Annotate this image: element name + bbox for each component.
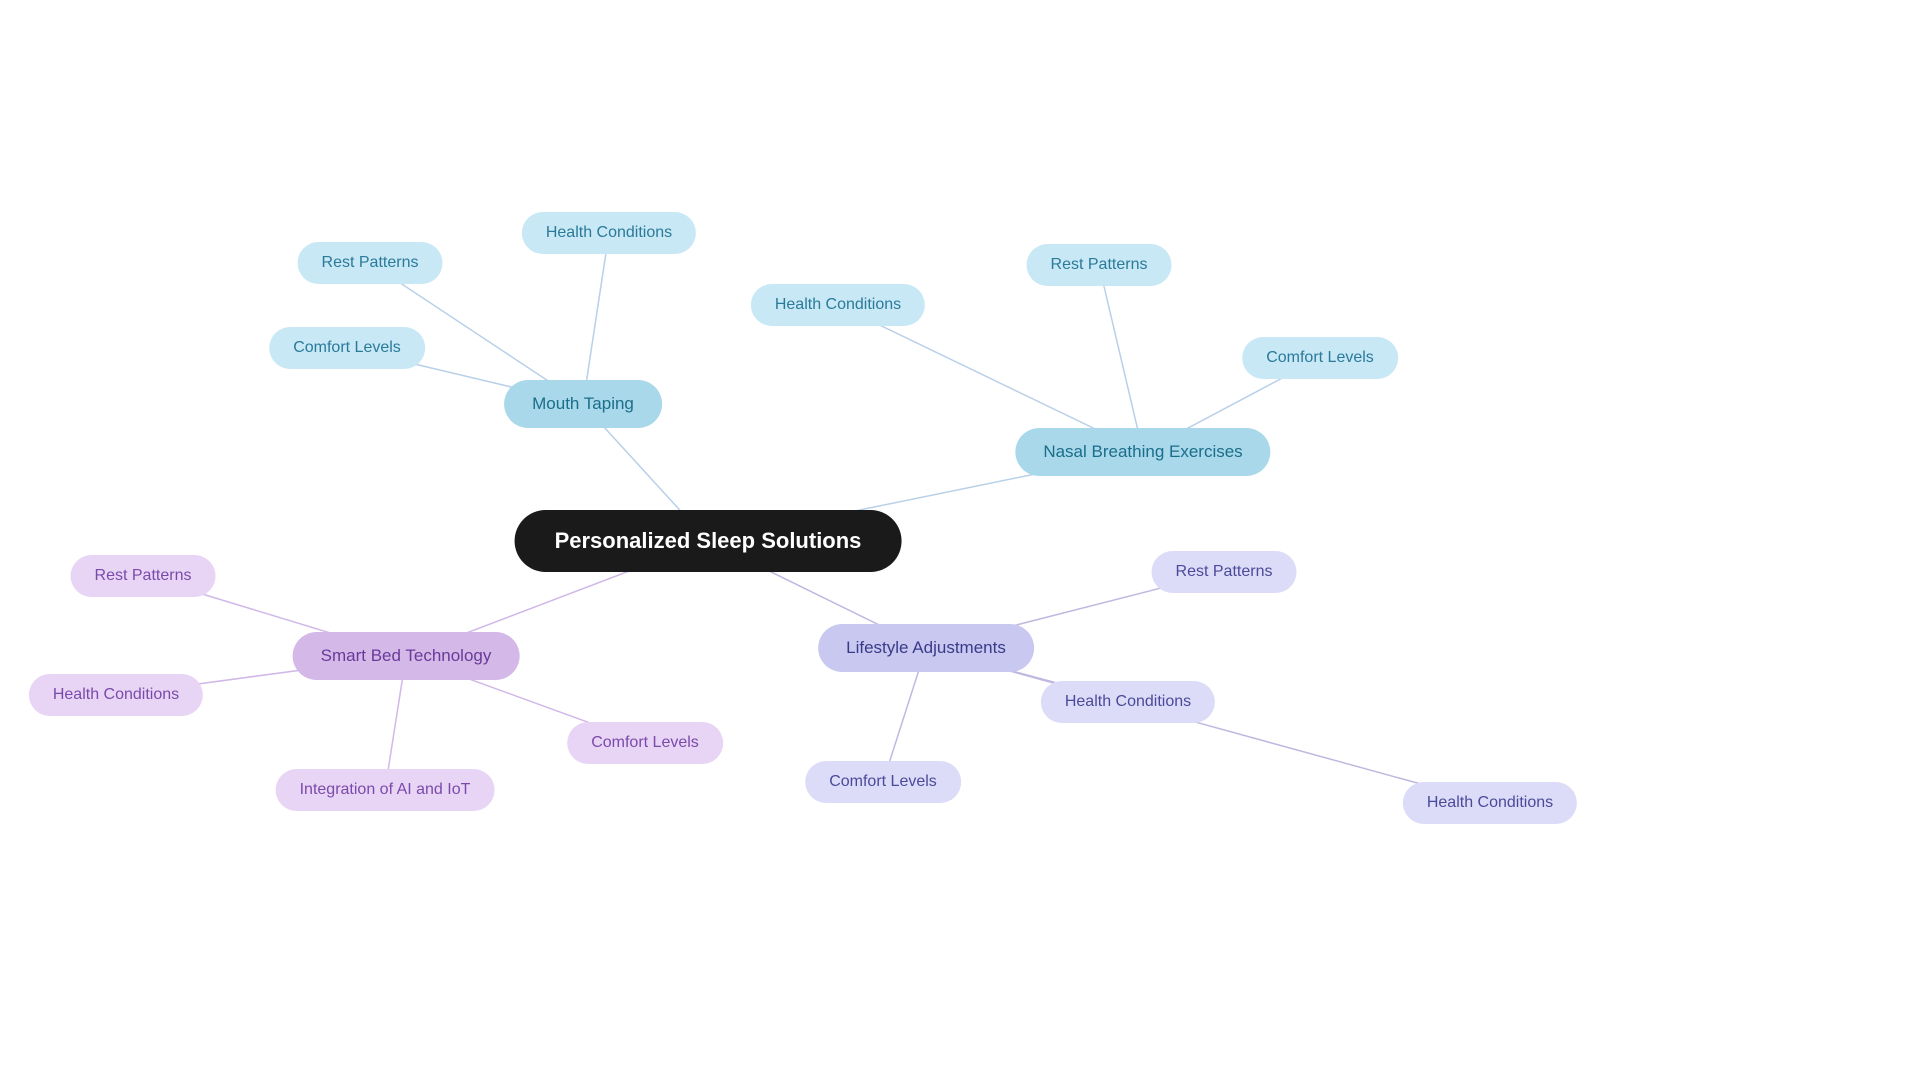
mouth-taping-rest-node[interactable]: Rest Patterns bbox=[298, 242, 443, 284]
connections-svg bbox=[0, 0, 1920, 1083]
smart-bed-health-node[interactable]: Health Conditions bbox=[29, 674, 203, 716]
nasal-health-label: Health Conditions bbox=[775, 296, 901, 314]
mouth-taping-health-label: Health Conditions bbox=[546, 224, 672, 242]
mouth-taping-comfort-node[interactable]: Comfort Levels bbox=[269, 327, 425, 369]
nasal-breathing-node[interactable]: Nasal Breathing Exercises bbox=[1015, 428, 1270, 476]
lifestyle-label: Lifestyle Adjustments bbox=[846, 638, 1006, 658]
mouth-taping-label: Mouth Taping bbox=[532, 394, 634, 414]
smart-bed-node[interactable]: Smart Bed Technology bbox=[293, 632, 520, 680]
mind-map: Personalized Sleep Solutions Mouth Tapin… bbox=[0, 0, 1920, 1083]
smart-bed-comfort-node[interactable]: Comfort Levels bbox=[567, 722, 723, 764]
smart-bed-rest-node[interactable]: Rest Patterns bbox=[71, 555, 216, 597]
mouth-taping-health-node[interactable]: Health Conditions bbox=[522, 212, 696, 254]
nasal-comfort-label: Comfort Levels bbox=[1266, 349, 1374, 367]
lifestyle-comfort-label: Comfort Levels bbox=[829, 773, 937, 791]
smart-bed-label: Smart Bed Technology bbox=[321, 646, 492, 666]
mouth-taping-node[interactable]: Mouth Taping bbox=[504, 380, 662, 428]
center-label: Personalized Sleep Solutions bbox=[555, 528, 862, 554]
smart-bed-integration-node[interactable]: Integration of AI and IoT bbox=[276, 769, 495, 811]
smart-bed-health-label: Health Conditions bbox=[53, 686, 179, 704]
smart-bed-rest-label: Rest Patterns bbox=[95, 567, 192, 585]
lifestyle-rest-node[interactable]: Rest Patterns bbox=[1152, 551, 1297, 593]
nasal-health-node[interactable]: Health Conditions bbox=[751, 284, 925, 326]
nasal-breathing-label: Nasal Breathing Exercises bbox=[1043, 442, 1242, 462]
smart-bed-comfort-label: Comfort Levels bbox=[591, 734, 699, 752]
smart-bed-integration-label: Integration of AI and IoT bbox=[300, 781, 471, 799]
nasal-rest-label: Rest Patterns bbox=[1051, 256, 1148, 274]
lifestyle-comfort-node[interactable]: Comfort Levels bbox=[805, 761, 961, 803]
mouth-taping-rest-label: Rest Patterns bbox=[322, 254, 419, 272]
lifestyle-node[interactable]: Lifestyle Adjustments bbox=[818, 624, 1034, 672]
lifestyle-health-label: Health Conditions bbox=[1065, 693, 1191, 711]
center-node[interactable]: Personalized Sleep Solutions bbox=[515, 510, 902, 572]
mouth-taping-comfort-label: Comfort Levels bbox=[293, 339, 401, 357]
nasal-rest-node[interactable]: Rest Patterns bbox=[1027, 244, 1172, 286]
lifestyle-health2-label: Health Conditions bbox=[1427, 794, 1553, 812]
nasal-comfort-node[interactable]: Comfort Levels bbox=[1242, 337, 1398, 379]
lifestyle-rest-label: Rest Patterns bbox=[1176, 563, 1273, 581]
lifestyle-health-node[interactable]: Health Conditions bbox=[1041, 681, 1215, 723]
lifestyle-health2-node[interactable]: Health Conditions bbox=[1403, 782, 1577, 824]
